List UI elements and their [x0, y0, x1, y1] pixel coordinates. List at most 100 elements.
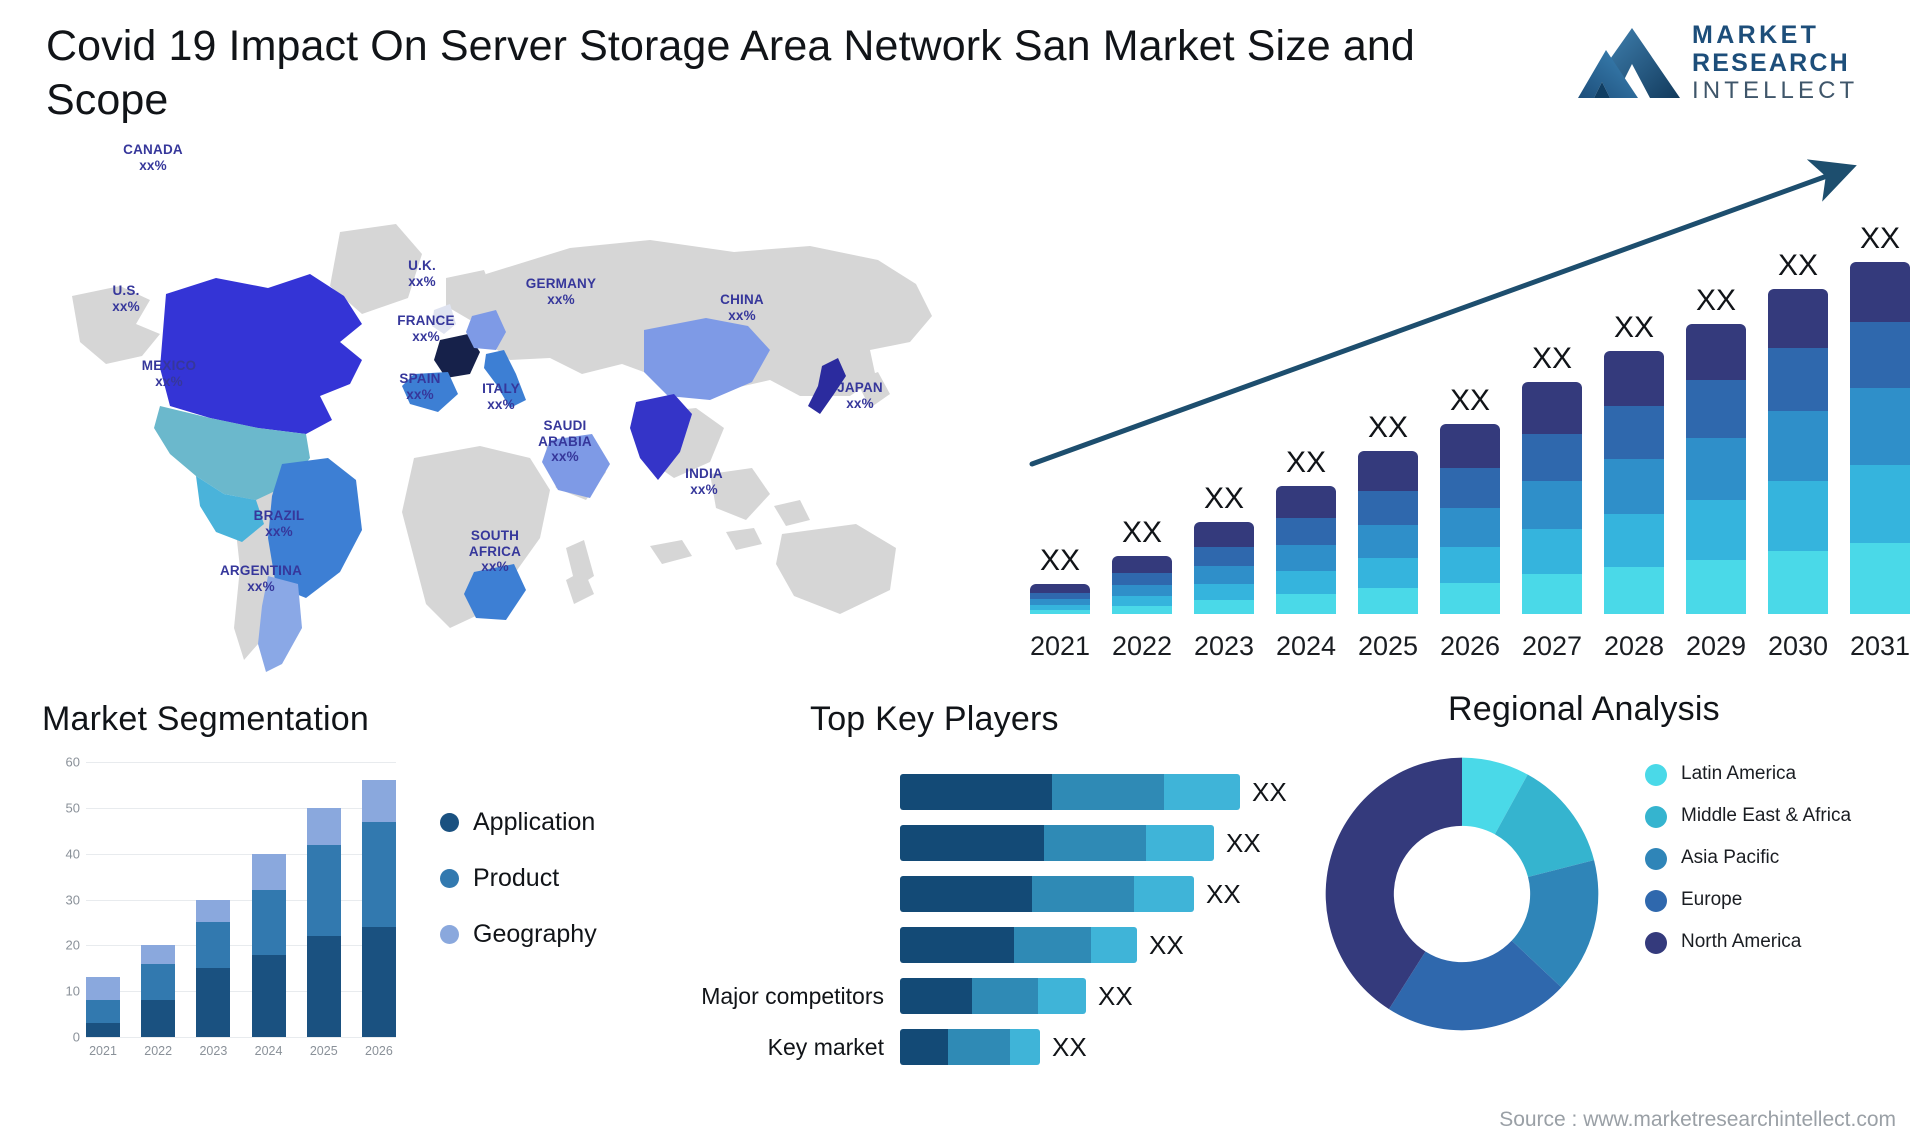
segmentation-bar-segment — [306, 844, 341, 937]
forecast-x-label: 2028 — [1604, 631, 1665, 661]
segmentation-legend-item[interactable]: Product — [440, 864, 597, 893]
map-label-brazil: BRAZIL xx% — [224, 508, 334, 539]
key-player-bar-segment — [1091, 927, 1137, 963]
forecast-x-label: 2026 — [1440, 631, 1501, 661]
forecast-bar-stack — [1358, 451, 1418, 614]
key-player-bar-segment — [1146, 825, 1214, 861]
forecast-bar-segment — [1604, 406, 1664, 459]
forecast-bar-segment — [1850, 322, 1910, 388]
forecast-bar-stack — [1604, 351, 1664, 614]
segmentation-y-tick: 10 — [65, 983, 80, 999]
forecast-bar-stack — [1030, 584, 1090, 614]
forecast-x-label: 2023 — [1194, 631, 1255, 661]
forecast-bar-segment — [1768, 289, 1828, 348]
forecast-bar-segment — [1768, 481, 1828, 551]
forecast-bar-segment — [1686, 560, 1746, 614]
forecast-bar-segment — [1194, 522, 1254, 547]
legend-label: Latin America — [1681, 763, 1797, 784]
key-player-bar-segment — [900, 876, 1032, 912]
forecast-bar-segment — [1358, 588, 1418, 614]
segmentation-legend-item[interactable]: Application — [440, 808, 597, 837]
regional-analysis-title: Regional Analysis — [1448, 690, 1720, 728]
map-country-value: xx% — [487, 396, 515, 412]
map-country-value: xx% — [408, 273, 436, 289]
segmentation-legend: Application Product Geography — [440, 808, 597, 976]
key-player-row: XX — [640, 872, 1300, 916]
map-country-name: CANADA — [123, 142, 183, 157]
legend-label: North America — [1681, 931, 1802, 952]
forecast-x-label: 2029 — [1686, 631, 1747, 661]
forecast-bar-value: XX — [1203, 482, 1245, 515]
segmentation-bar-2021 — [86, 762, 120, 1037]
segmentation-bar-2025 — [306, 762, 341, 1037]
forecast-bar-value: XX — [1449, 384, 1491, 417]
segmentation-x-axis: 2021 2022 2023 2024 2025 2026 — [86, 1044, 396, 1058]
logo-line-2: RESEARCH — [1692, 49, 1850, 77]
map-country-value: xx% — [481, 559, 509, 574]
top-key-players-chart: Top Key Players XX XX XX XX Major competitor… — [640, 700, 1300, 1120]
segmentation-bar-segment — [141, 945, 176, 964]
key-player-bar — [900, 927, 1137, 963]
key-player-value: XX — [1052, 1031, 1087, 1062]
map-country-name: INDIA — [685, 466, 723, 481]
market-segmentation-chart: Market Segmentation 60 50 40 30 20 10 0 2021 20… — [40, 700, 640, 1120]
key-player-value: XX — [1226, 827, 1261, 858]
key-player-bar-segment — [1032, 876, 1134, 912]
legend-label: Europe — [1681, 889, 1743, 910]
forecast-x-label: 2025 — [1358, 631, 1419, 661]
regional-legend-item[interactable]: Latin America — [1645, 762, 1915, 786]
logo-line-1: MARKET — [1692, 21, 1820, 49]
segmentation-legend-item[interactable]: Geography — [440, 920, 597, 949]
legend-color-dot — [1645, 890, 1667, 912]
regional-legend-item[interactable]: Middle East & Africa — [1645, 804, 1915, 828]
map-country-name: ITALY — [482, 381, 520, 396]
key-player-bar-segment — [900, 825, 1044, 861]
key-player-row: XX — [640, 821, 1300, 865]
forecast-bar-segment — [1850, 542, 1910, 614]
map-country-value: xx% — [247, 578, 275, 594]
forecast-bar-2027: XX — [1522, 214, 1582, 614]
forecast-bar-segment — [1276, 594, 1336, 614]
legend-label: Product — [473, 864, 560, 892]
legend-color-dot — [1645, 932, 1667, 954]
forecast-bar-segment — [1686, 438, 1746, 500]
regional-legend-item[interactable]: Asia Pacific — [1645, 846, 1915, 870]
segmentation-x-label: 2023 — [199, 1044, 228, 1058]
map-country-value: xx% — [155, 373, 183, 389]
regional-legend-item[interactable]: North America — [1645, 930, 1915, 954]
forecast-x-label: 2030 — [1768, 631, 1829, 661]
forecast-bar-segment — [1194, 600, 1254, 614]
forecast-bar-segment — [1030, 584, 1090, 593]
segmentation-bar-segment — [251, 890, 286, 955]
key-player-bar — [900, 825, 1214, 861]
forecast-bar-segment — [1440, 547, 1500, 583]
legend-label: Middle East & Africa — [1681, 805, 1852, 826]
key-player-row: Key market XX — [640, 1025, 1300, 1069]
forecast-bar-segment — [1194, 566, 1254, 584]
map-country-name: JAPAN — [837, 380, 883, 395]
segmentation-bar-segment — [196, 899, 231, 923]
map-country-value: xx% — [112, 298, 140, 314]
regional-legend: Latin America Middle East & Africa Asia Pa… — [1645, 762, 1915, 972]
segmentation-bar-segment — [196, 968, 231, 1037]
forecast-bar-segment — [1440, 468, 1500, 508]
forecast-bar-segment — [1112, 606, 1172, 614]
forecast-bar-segment — [1686, 380, 1746, 438]
legend-label: Geography — [473, 920, 597, 948]
segmentation-bar-segment — [196, 922, 231, 969]
segmentation-x-label: 2026 — [365, 1044, 393, 1058]
forecast-bar-value: XX — [1777, 249, 1819, 282]
regional-legend-item[interactable]: Europe — [1645, 888, 1915, 912]
forecast-bar-segment — [1276, 545, 1336, 571]
map-country-name: SPAIN — [399, 371, 441, 386]
map-country-value: xx% — [265, 523, 293, 539]
legend-color-dot — [440, 869, 459, 888]
forecast-x-label: 2021 — [1030, 631, 1091, 661]
map-country-name: U.K. — [408, 258, 436, 273]
forecast-bar-segment — [1604, 567, 1664, 614]
forecast-bar-segment — [1850, 262, 1910, 322]
forecast-bar-value: XX — [1613, 311, 1655, 344]
forecast-bar-stack — [1686, 324, 1746, 614]
map-country-name: ARGENTINA — [219, 563, 303, 578]
brand-logo: MARKET RESEARCH INTELLECT — [1576, 16, 1896, 112]
